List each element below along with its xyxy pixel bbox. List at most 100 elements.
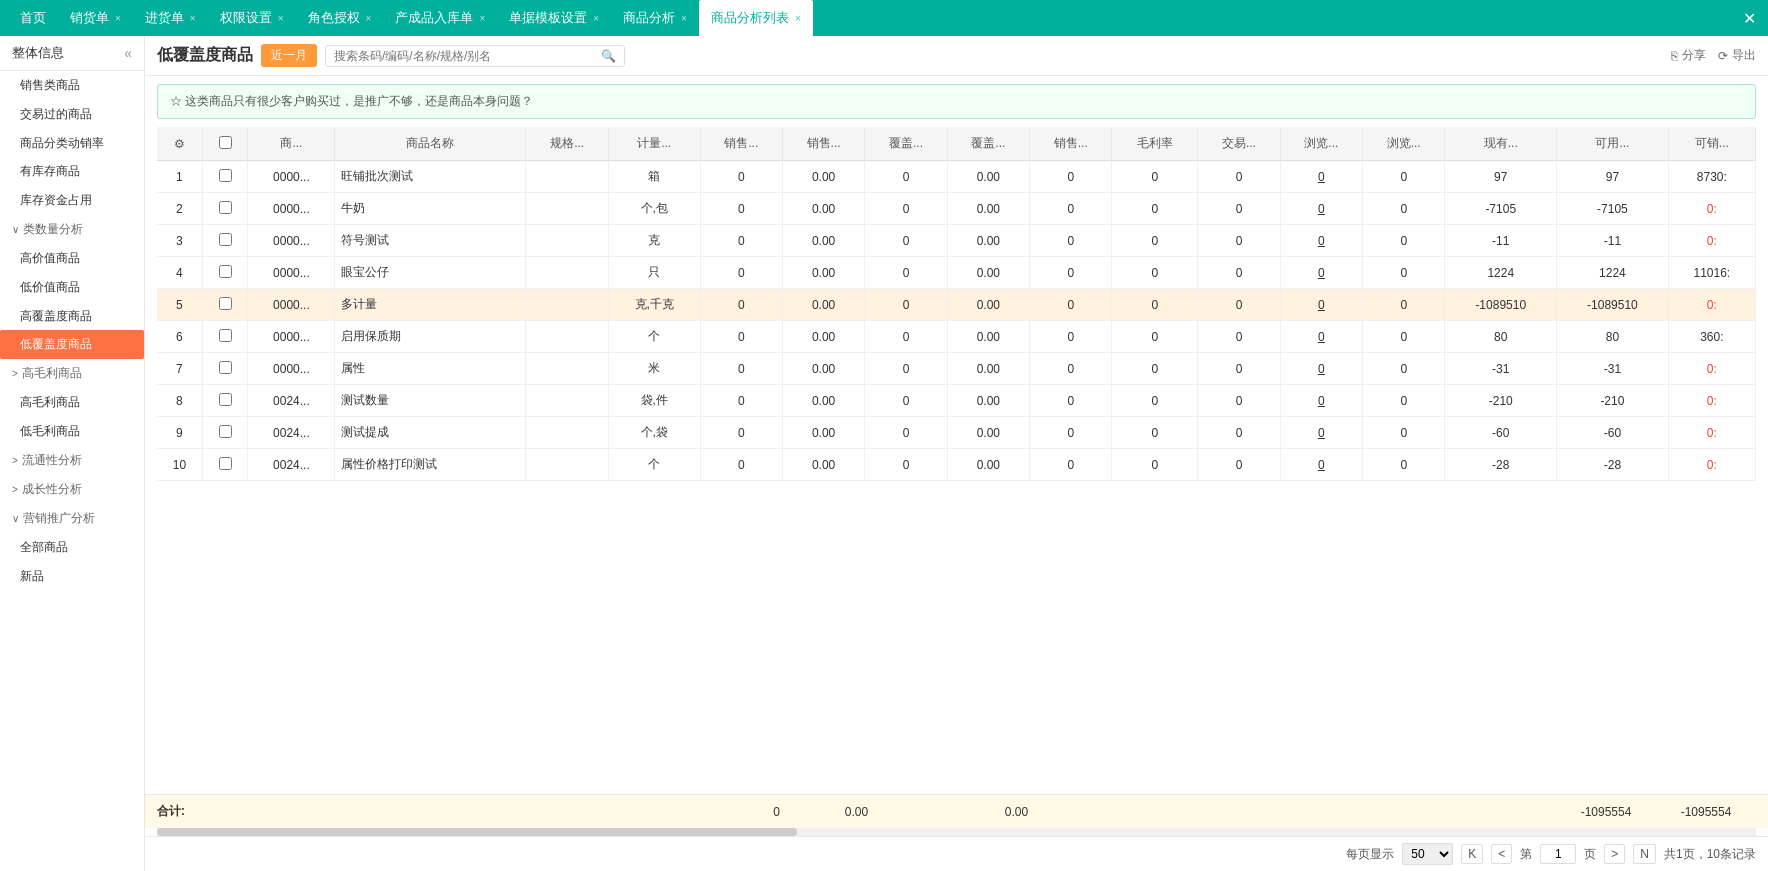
row-spec xyxy=(526,257,608,289)
row-browse1[interactable]: 0 xyxy=(1280,353,1362,385)
per-page-select[interactable]: 50 10 20 100 xyxy=(1402,843,1453,865)
sidebar-item-traded-goods[interactable]: 交易过的商品 xyxy=(0,100,144,129)
nav-permission-settings[interactable]: 权限设置 × xyxy=(208,0,296,36)
row-sales-qty: 0 xyxy=(700,193,782,225)
scrollbar-thumb[interactable] xyxy=(157,828,797,836)
sidebar-item-high-value[interactable]: 高价值商品 xyxy=(0,244,144,273)
sidebar-collapse-icon[interactable]: « xyxy=(124,45,132,61)
row-checkbox[interactable] xyxy=(202,193,248,225)
select-all-checkbox[interactable] xyxy=(219,136,232,149)
sidebar-item-new-goods[interactable]: 新品 xyxy=(0,562,144,591)
sidebar-section-high-margin[interactable]: > 高毛利商品 xyxy=(0,359,144,388)
sidebar-item-high-margin[interactable]: 高毛利商品 xyxy=(0,388,144,417)
row-checkbox[interactable] xyxy=(202,353,248,385)
row-checkbox[interactable] xyxy=(202,449,248,481)
nav-production-inbound[interactable]: 产成品入库单 × xyxy=(383,0,497,36)
row-spec xyxy=(526,353,608,385)
row-name: 符号测试 xyxy=(335,225,526,257)
search-icon[interactable]: 🔍 xyxy=(601,49,616,63)
row-cov1: 0 xyxy=(865,225,947,257)
sidebar-item-low-value[interactable]: 低价值商品 xyxy=(0,273,144,302)
sidebar-item-category-sales-rate[interactable]: 商品分类动销率 xyxy=(0,129,144,158)
row-checkbox[interactable] xyxy=(202,385,248,417)
row-avail-stock: -60 xyxy=(1557,417,1669,449)
next-page-button[interactable]: > xyxy=(1604,844,1625,864)
row-cov2: 0.00 xyxy=(947,321,1029,353)
row-cov2: 0.00 xyxy=(947,289,1029,321)
search-box: 🔍 xyxy=(325,45,625,67)
horizontal-scrollbar[interactable] xyxy=(157,828,1756,836)
filter-recent-month-button[interactable]: 近一月 xyxy=(261,44,317,67)
close-permission-settings-icon[interactable]: × xyxy=(278,13,284,24)
nav-role-auth[interactable]: 角色授权 × xyxy=(296,0,384,36)
row-browse1[interactable]: 0 xyxy=(1280,321,1362,353)
last-page-button[interactable]: N xyxy=(1633,844,1656,864)
row-checkbox[interactable] xyxy=(202,321,248,353)
row-browse1[interactable]: 0 xyxy=(1280,257,1362,289)
row-checkbox[interactable] xyxy=(202,225,248,257)
close-role-auth-icon[interactable]: × xyxy=(366,13,372,24)
sidebar-item-all-goods[interactable]: 全部商品 xyxy=(0,533,144,562)
column-checkbox[interactable] xyxy=(202,127,248,161)
close-product-analysis-icon[interactable]: × xyxy=(681,13,687,24)
column-browse2: 浏览... xyxy=(1363,127,1445,161)
row-browse1[interactable]: 0 xyxy=(1280,161,1362,193)
content-header: 低覆盖度商品 近一月 🔍 ⎘ 分享 ⟳ 导出 xyxy=(145,36,1768,76)
sidebar-item-high-coverage[interactable]: 高覆盖度商品 xyxy=(0,302,144,331)
data-table: ⚙ 商... 商品名称 规格... 计量... 销售... 销售... 覆盖..… xyxy=(157,127,1756,481)
row-trade: 0 xyxy=(1198,257,1280,289)
nav-template-settings[interactable]: 单据模板设置 × xyxy=(497,0,611,36)
first-page-button[interactable]: K xyxy=(1461,844,1483,864)
sidebar-section-circulation[interactable]: > 流通性分析 xyxy=(0,446,144,475)
close-purchase-order-icon[interactable]: × xyxy=(190,13,196,24)
row-browse1[interactable]: 0 xyxy=(1280,289,1362,321)
sidebar-section-marketing[interactable]: ∨ 营销推广分析 xyxy=(0,504,144,533)
row-saleable: 0: xyxy=(1668,225,1755,257)
nav-sales-order[interactable]: 销货单 × xyxy=(58,0,133,36)
row-current-stock: -28 xyxy=(1445,449,1557,481)
prev-page-button[interactable]: < xyxy=(1491,844,1512,864)
close-all-icon[interactable]: ✕ xyxy=(1743,9,1756,28)
sidebar-section-growth[interactable]: > 成长性分析 xyxy=(0,475,144,504)
nav-product-analysis-list[interactable]: 商品分析列表 × xyxy=(699,0,813,36)
sidebar-item-low-coverage[interactable]: 低覆盖度商品 xyxy=(0,330,144,359)
close-sales-order-icon[interactable]: × xyxy=(115,13,121,24)
row-sales-amt: 0.00 xyxy=(782,257,864,289)
row-browse1[interactable]: 0 xyxy=(1280,225,1362,257)
row-sales-amt: 0.00 xyxy=(782,193,864,225)
row-sales-qty: 0 xyxy=(700,289,782,321)
nav-home[interactable]: 首页 xyxy=(8,0,58,36)
search-input[interactable] xyxy=(334,49,601,63)
row-checkbox[interactable] xyxy=(202,417,248,449)
row-checkbox[interactable] xyxy=(202,257,248,289)
row-avail-stock: -210 xyxy=(1557,385,1669,417)
close-template-settings-icon[interactable]: × xyxy=(593,13,599,24)
close-production-inbound-icon[interactable]: × xyxy=(479,13,485,24)
column-spec: 规格... xyxy=(526,127,608,161)
sidebar-item-sales-goods[interactable]: 销售类商品 xyxy=(0,71,144,100)
row-name: 启用保质期 xyxy=(335,321,526,353)
sidebar-title: 整体信息 xyxy=(12,44,64,62)
row-browse1[interactable]: 0 xyxy=(1280,417,1362,449)
sidebar-item-in-stock-goods[interactable]: 有库存商品 xyxy=(0,157,144,186)
sidebar-item-inventory-capital[interactable]: 库存资金占用 xyxy=(0,186,144,215)
row-browse1[interactable]: 0 xyxy=(1280,193,1362,225)
sidebar-section-qty-analysis[interactable]: ∨ 类数量分析 xyxy=(0,215,144,244)
nav-product-analysis[interactable]: 商品分析 × xyxy=(611,0,699,36)
page-number-input[interactable] xyxy=(1540,844,1576,864)
row-browse1[interactable]: 0 xyxy=(1280,385,1362,417)
total-sales-qty: 0 xyxy=(737,805,817,819)
export-button[interactable]: ⟳ 导出 xyxy=(1718,47,1756,64)
row-browse1[interactable]: 0 xyxy=(1280,449,1362,481)
row-saleable: 0: xyxy=(1668,289,1755,321)
column-settings-icon[interactable]: ⚙ xyxy=(157,127,202,161)
close-product-analysis-list-icon[interactable]: × xyxy=(795,13,801,24)
row-checkbox[interactable] xyxy=(202,289,248,321)
total-row: 合计: 0 0.00 0.00 -1095554 -1095554 xyxy=(145,794,1768,828)
row-checkbox[interactable] xyxy=(202,161,248,193)
share-button[interactable]: ⎘ 分享 xyxy=(1671,47,1706,64)
row-saleable: 0: xyxy=(1668,417,1755,449)
nav-purchase-order[interactable]: 进货单 × xyxy=(133,0,208,36)
row-sales-qty: 0 xyxy=(700,385,782,417)
sidebar-item-low-margin[interactable]: 低毛利商品 xyxy=(0,417,144,446)
